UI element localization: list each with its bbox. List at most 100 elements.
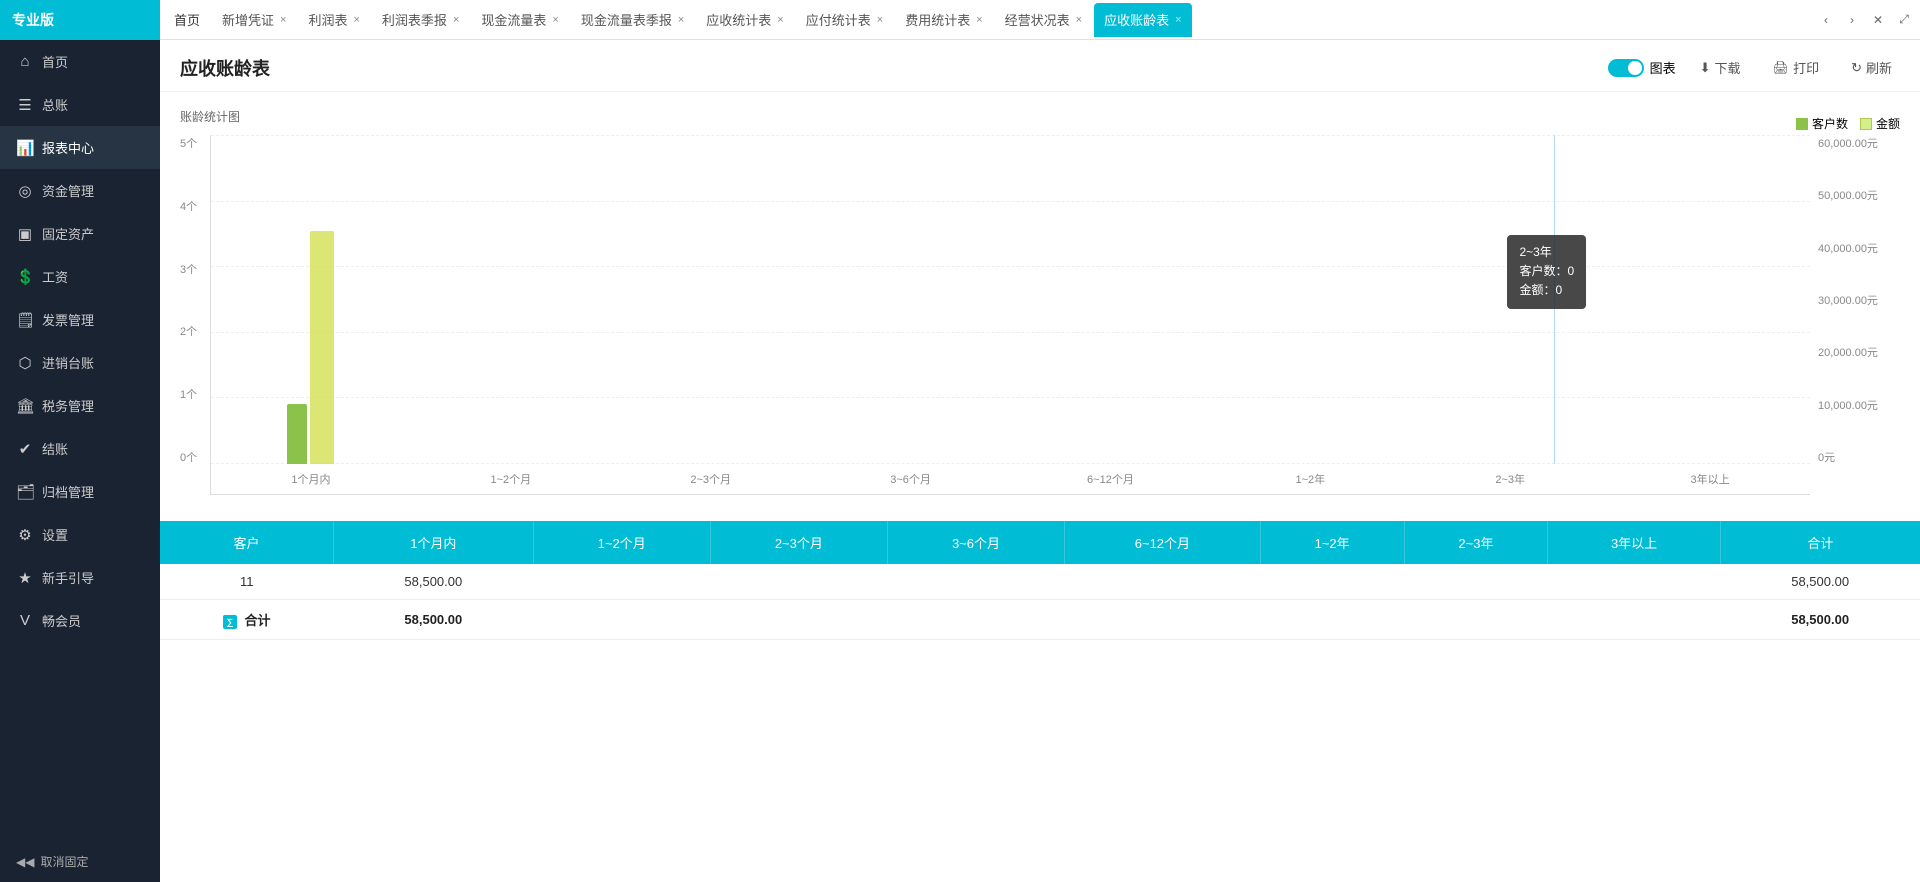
tax-icon: 🏛 xyxy=(16,397,34,415)
y-label-3: 3个 xyxy=(180,261,210,277)
data-table: 客户 1个月内 1~2个月 2~3个月 3~6个月 6~12个月 1~2年 2~… xyxy=(160,521,1920,640)
tab-expense-stat[interactable]: 费用统计表 × xyxy=(895,3,992,37)
tab-close-icon[interactable]: × xyxy=(877,14,883,26)
tab-label: 新增凭证 xyxy=(222,10,274,29)
tab-cashflow[interactable]: 现金流量表 × xyxy=(471,3,568,37)
tab-nav-group: ‹ › ✕ ⤢ xyxy=(1814,8,1916,32)
tab-close-icon[interactable]: × xyxy=(678,14,684,26)
tab-label: 应收账龄表 xyxy=(1104,10,1169,29)
legend-customer-dot xyxy=(1796,118,1808,130)
sidebar-item-fund[interactable]: ◎ 资金管理 xyxy=(0,169,160,212)
tab-home[interactable]: 首页 xyxy=(164,3,210,37)
sidebar-item-report[interactable]: 📊 报表中心 xyxy=(0,126,160,169)
tab-voucher[interactable]: 新增凭证 × xyxy=(212,3,296,37)
sidebar-item-label: 首页 xyxy=(42,52,68,71)
x-label-1: 1~2个月 xyxy=(411,464,611,494)
bar-amount-0 xyxy=(310,231,334,464)
col-m1: 1个月内 xyxy=(333,521,533,564)
print-icon: 🖨 xyxy=(1773,60,1790,76)
bars-area xyxy=(211,135,1810,464)
bar-group-0 xyxy=(211,231,411,464)
ledger-icon: ☰ xyxy=(16,96,34,114)
y-right-label-4: 40,000.00元 xyxy=(1818,240,1900,256)
col-y3: 2~3年 xyxy=(1404,521,1548,564)
sidebar-item-asset[interactable]: ▣ 固定资产 xyxy=(0,212,160,255)
print-button[interactable]: 🖨 打印 xyxy=(1765,54,1828,81)
sidebar-item-archive[interactable]: 🗂 归档管理 xyxy=(0,470,160,513)
y-label-0: 0个 xyxy=(180,449,210,465)
tab-close-icon[interactable]: × xyxy=(976,14,982,26)
tab-ap-stat[interactable]: 应付统计表 × xyxy=(796,3,893,37)
tab-close-all-btn[interactable]: ✕ xyxy=(1866,8,1890,32)
download-icon: ⬇ xyxy=(1700,60,1711,76)
col-total: 合计 xyxy=(1720,521,1920,564)
sidebar-item-label: 固定资产 xyxy=(42,224,94,243)
sidebar-item-settings[interactable]: ⚙ 设置 xyxy=(0,513,160,556)
sidebar-item-guide[interactable]: ★ 新手引导 xyxy=(0,556,160,599)
sidebar-item-salary[interactable]: 💲 工资 xyxy=(0,255,160,298)
tab-profit[interactable]: 利润表 × xyxy=(298,3,369,37)
sidebar-item-home[interactable]: ⌂ 首页 xyxy=(0,40,160,83)
col-y3plus: 3年以上 xyxy=(1548,521,1720,564)
total-m12 xyxy=(1065,600,1261,640)
y-axis-left: 0个 1个 2个 3个 4个 5个 xyxy=(180,135,210,495)
refresh-button[interactable]: ↻ 刷新 xyxy=(1843,54,1900,81)
x-labels: 1个月内 1~2个月 2~3个月 3~6个月 6~12个月 1~2年 2~3年 … xyxy=(211,464,1810,494)
tab-close-icon[interactable]: × xyxy=(453,14,459,26)
invoice-icon: 🗒 xyxy=(16,311,34,329)
chart-toggle[interactable]: 图表 xyxy=(1608,58,1676,77)
member-icon: V xyxy=(16,612,34,629)
tab-ar-aging[interactable]: 应收账龄表 × xyxy=(1094,3,1191,37)
chart-container: 0个 1个 2个 3个 4个 5个 xyxy=(180,135,1900,495)
sidebar-item-label: 归档管理 xyxy=(42,482,94,501)
tab-business-stat[interactable]: 经营状况表 × xyxy=(995,3,1092,37)
tab-next-btn[interactable]: › xyxy=(1840,8,1864,32)
tab-ar-stat[interactable]: 应收统计表 × xyxy=(696,3,793,37)
tab-prev-btn[interactable]: ‹ xyxy=(1814,8,1838,32)
tab-close-icon[interactable]: × xyxy=(1076,14,1082,26)
toggle-label: 图表 xyxy=(1650,58,1676,77)
tab-fullscreen-btn[interactable]: ⤢ xyxy=(1892,8,1916,32)
sidebar-item-invoice[interactable]: 🗒 发票管理 xyxy=(0,298,160,341)
tab-label: 利润表 xyxy=(308,10,347,29)
tab-close-icon[interactable]: × xyxy=(777,14,783,26)
sidebar-item-label: 总账 xyxy=(42,95,68,114)
sidebar-item-label: 新手引导 xyxy=(42,568,94,587)
tab-close-icon[interactable]: × xyxy=(552,14,558,26)
total-m2 xyxy=(533,600,710,640)
tab-close-icon[interactable]: × xyxy=(1175,14,1181,26)
sidebar-item-tax[interactable]: 🏛 税务管理 xyxy=(0,384,160,427)
report-icon: 📊 xyxy=(16,139,34,157)
total-m1: 58,500.00 xyxy=(333,600,533,640)
sidebar-item-label: 设置 xyxy=(42,525,68,544)
sidebar-item-closing[interactable]: ✔ 结账 xyxy=(0,427,160,470)
pin-toggle[interactable]: ◀◀ 取消固定 xyxy=(0,841,160,882)
cell-m12 xyxy=(1065,564,1261,600)
tab-bar: 首页 新增凭证 × 利润表 × 利润表季报 × 现金流量表 × 现金流量表季报 … xyxy=(160,0,1920,40)
download-button[interactable]: ⬇ 下载 xyxy=(1692,54,1749,81)
col-m6: 3~6个月 xyxy=(887,521,1064,564)
x-label-4: 6~12个月 xyxy=(1011,464,1211,494)
tab-profit-quarter[interactable]: 利润表季报 × xyxy=(372,3,469,37)
y-label-5: 5个 xyxy=(180,135,210,151)
cell-y3 xyxy=(1404,564,1548,600)
tab-close-icon[interactable]: × xyxy=(280,14,286,26)
cell-m6 xyxy=(887,564,1064,600)
total-row: ∑ 合计 58,500.00 58,500.00 xyxy=(160,600,1920,640)
table-body: 11 58,500.00 58,500.00 ∑ xyxy=(160,564,1920,640)
tab-label: 利润表季报 xyxy=(382,10,447,29)
asset-icon: ▣ xyxy=(16,225,34,243)
guide-icon: ★ xyxy=(16,569,34,587)
refresh-label: 刷新 xyxy=(1866,58,1892,77)
tab-cashflow-quarter[interactable]: 现金流量表季报 × xyxy=(571,3,694,37)
cell-total: 58,500.00 xyxy=(1720,564,1920,600)
col-y2: 1~2年 xyxy=(1260,521,1404,564)
chart-main: 1个月内 1~2个月 2~3个月 3~6个月 6~12个月 1~2年 2~3年 … xyxy=(210,135,1810,495)
sidebar-item-member[interactable]: V 畅会员 xyxy=(0,599,160,642)
sidebar-item-purchase[interactable]: ⬡ 进销台账 xyxy=(0,341,160,384)
page-title: 应收账龄表 xyxy=(180,55,1608,81)
legend-amount-dot xyxy=(1860,118,1872,130)
tab-close-icon[interactable]: × xyxy=(353,14,359,26)
chart-legend: 客户数 金额 xyxy=(1796,115,1900,132)
sidebar-item-ledger[interactable]: ☰ 总账 xyxy=(0,83,160,126)
